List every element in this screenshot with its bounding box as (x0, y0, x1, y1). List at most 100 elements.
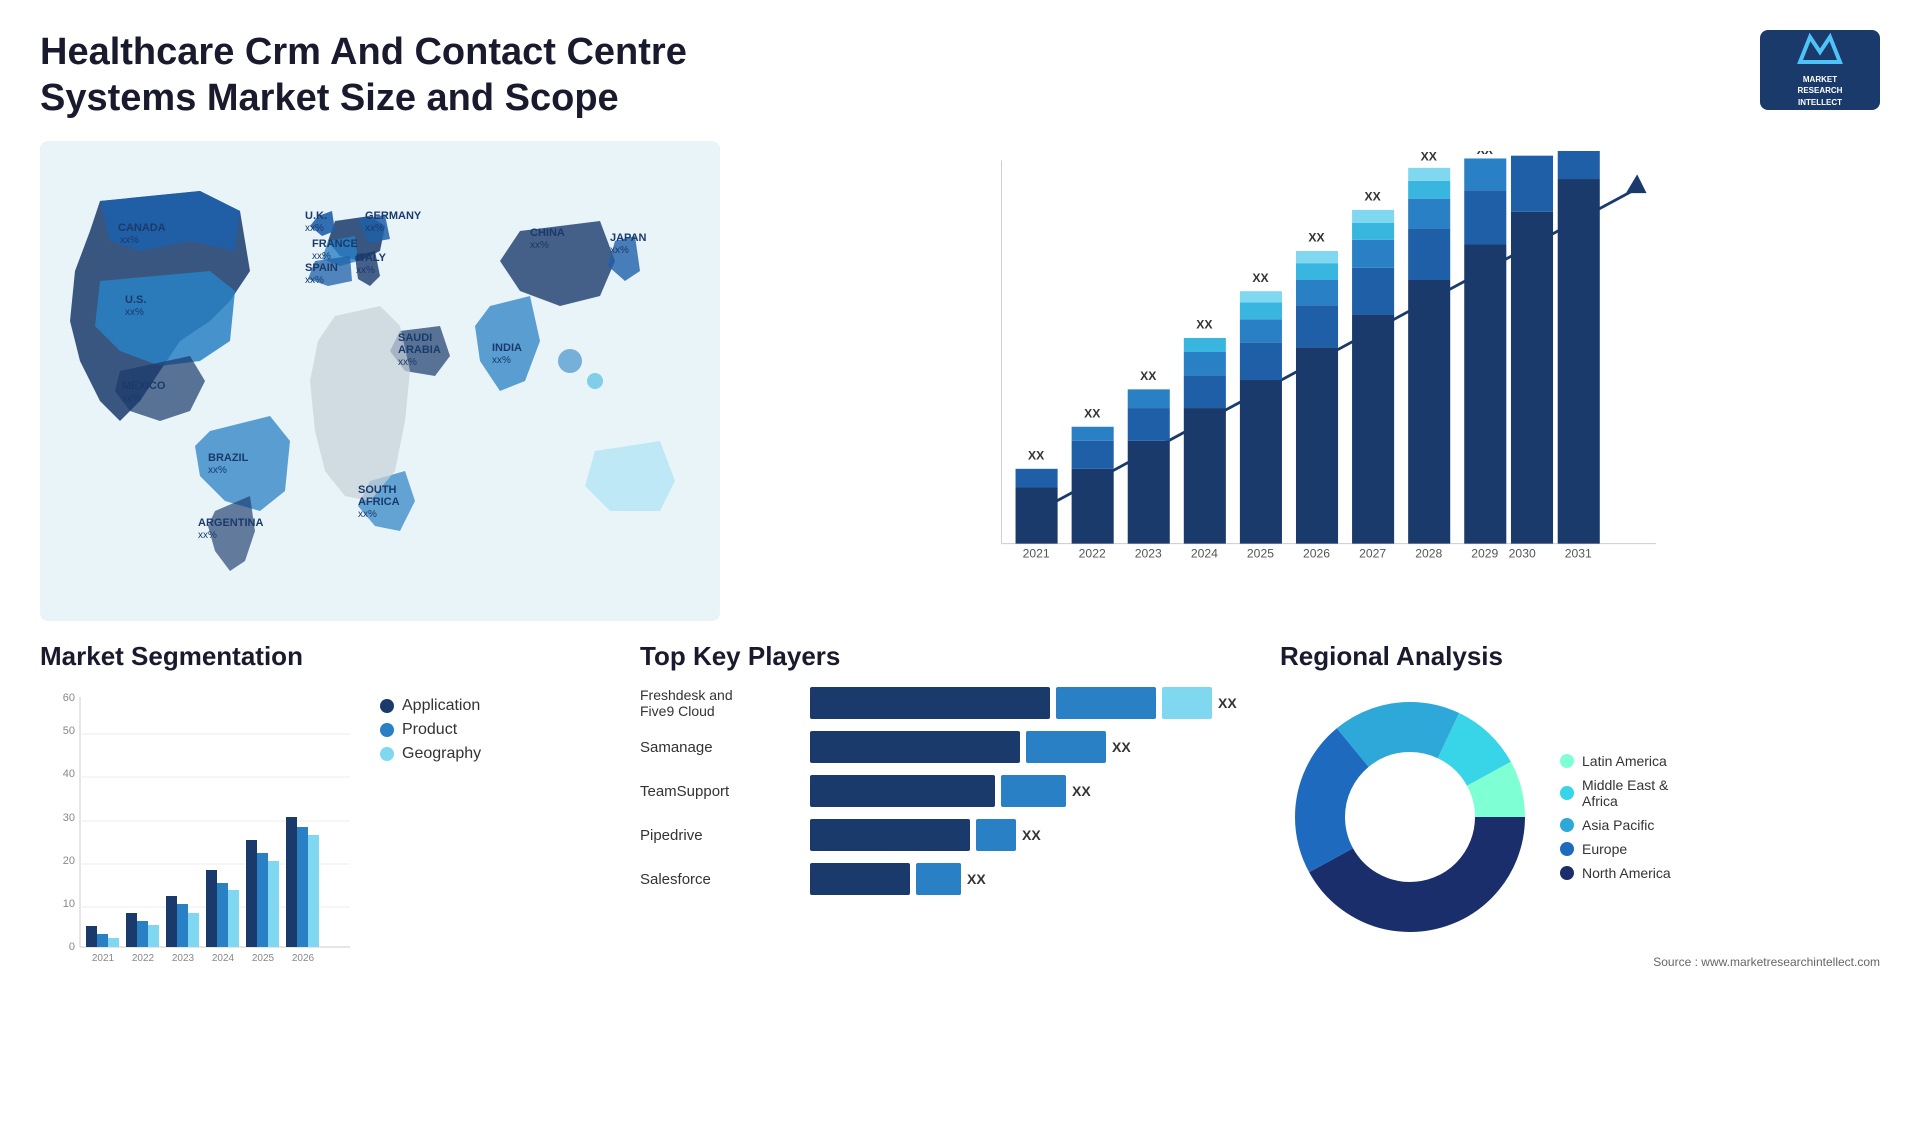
player-bar-dark (810, 687, 1050, 719)
player-bar-wrap: XX (810, 687, 1260, 719)
key-players-title: Top Key Players (640, 641, 1260, 672)
svg-text:2031: 2031 (1565, 547, 1592, 561)
player-row: Salesforce XX (640, 863, 1260, 895)
svg-text:FRANCE: FRANCE (312, 238, 358, 250)
svg-text:XX: XX (1084, 407, 1100, 421)
svg-text:2023: 2023 (1135, 547, 1162, 561)
player-name: Samanage (640, 739, 800, 756)
svg-text:XX: XX (1477, 151, 1493, 157)
player-row: TeamSupport XX (640, 775, 1260, 807)
svg-text:BRAZIL: BRAZIL (208, 452, 249, 464)
svg-text:0: 0 (69, 941, 75, 953)
segmentation-content: 0 10 20 30 40 50 60 (40, 687, 620, 987)
logo-letter (1795, 32, 1845, 74)
svg-text:xx%: xx% (120, 235, 139, 246)
player-bar-dark (810, 775, 995, 807)
asia-pacific-label: Asia Pacific (1582, 817, 1654, 833)
legend-asia-pacific: Asia Pacific (1560, 817, 1671, 833)
svg-text:2024: 2024 (212, 953, 235, 964)
key-players-container: Top Key Players Freshdesk andFive9 Cloud… (640, 641, 1260, 1121)
player-row: Samanage XX (640, 731, 1260, 763)
player-name: Salesforce (640, 871, 800, 888)
player-row: Pipedrive XX (640, 819, 1260, 851)
geography-dot (380, 747, 394, 761)
svg-text:U.S.: U.S. (125, 294, 146, 306)
svg-text:50: 50 (63, 725, 75, 737)
legend-geography: Geography (380, 745, 481, 763)
product-label: Product (402, 721, 457, 739)
player-bar-dark (810, 731, 1020, 763)
application-label: Application (402, 697, 480, 715)
application-dot (380, 699, 394, 713)
legend-north-america: North America (1560, 865, 1671, 881)
svg-text:XX: XX (1421, 151, 1437, 163)
players-table: Freshdesk andFive9 Cloud XX Samanage XX (640, 687, 1260, 895)
bar-chart-container: 2021 XX 2022 XX 2023 XX 2024 (740, 141, 1880, 621)
mea-label: Middle East &Africa (1582, 777, 1668, 809)
svg-text:JAPAN: JAPAN (610, 232, 647, 244)
player-row: Freshdesk andFive9 Cloud XX (640, 687, 1260, 719)
svg-text:xx%: xx% (312, 251, 331, 262)
svg-text:ARABIA: ARABIA (398, 344, 441, 356)
donut-area: Latin America Middle East &Africa Asia P… (1280, 687, 1880, 947)
main-container: Healthcare Crm And Contact Centre System… (0, 0, 1920, 1146)
regional-container: Regional Analysis (1280, 641, 1880, 1121)
svg-text:30: 30 (63, 812, 75, 824)
legend-mea: Middle East &Africa (1560, 777, 1671, 809)
svg-text:xx%: xx% (610, 245, 629, 256)
svg-text:XX: XX (1252, 271, 1268, 285)
europe-dot (1560, 842, 1574, 856)
svg-text:2028: 2028 (1415, 547, 1442, 561)
player-bar-wrap: XX (810, 731, 1260, 763)
latin-america-label: Latin America (1582, 753, 1667, 769)
player-bar-wrap: XX (810, 819, 1260, 851)
svg-text:SAUDI: SAUDI (398, 332, 432, 344)
svg-text:2023: 2023 (172, 953, 195, 964)
svg-text:CHINA: CHINA (530, 227, 565, 239)
svg-text:CANADA: CANADA (118, 222, 166, 234)
donut-svg-wrap (1280, 687, 1540, 947)
mea-dot (1560, 786, 1574, 800)
svg-text:2030: 2030 (1509, 547, 1536, 561)
header: Healthcare Crm And Contact Centre System… (40, 30, 1880, 121)
svg-text:2026: 2026 (1303, 547, 1330, 561)
bottom-section: Market Segmentation 0 10 20 30 40 50 60 (40, 641, 1880, 1121)
svg-text:2026: 2026 (292, 953, 315, 964)
world-map-svg: CANADA xx% U.S. xx% MEXICO xx% BRAZIL xx… (40, 141, 720, 621)
svg-text:60: 60 (63, 692, 75, 704)
svg-text:xx%: xx% (122, 393, 141, 404)
seg-chart-svg: 0 10 20 30 40 50 60 (40, 687, 360, 987)
map-container: CANADA xx% U.S. xx% MEXICO xx% BRAZIL xx… (40, 141, 720, 621)
legend-application: Application (380, 697, 481, 715)
player-name: TeamSupport (640, 783, 800, 800)
legend-europe: Europe (1560, 841, 1671, 857)
player-bar-dark (810, 863, 910, 895)
europe-label: Europe (1582, 841, 1627, 857)
svg-text:U.K.: U.K. (305, 210, 327, 222)
svg-text:xx%: xx% (492, 355, 511, 366)
svg-text:2021: 2021 (92, 953, 115, 964)
svg-text:2025: 2025 (252, 953, 275, 964)
svg-text:MEXICO: MEXICO (122, 380, 166, 392)
page-title: Healthcare Crm And Contact Centre System… (40, 30, 840, 121)
latin-america-dot (1560, 754, 1574, 768)
svg-text:xx%: xx% (198, 530, 217, 541)
product-dot (380, 723, 394, 737)
svg-text:SPAIN: SPAIN (305, 262, 338, 274)
svg-text:xx%: xx% (398, 357, 417, 368)
player-bar-wrap: XX (810, 775, 1260, 807)
svg-text:XX: XX (1140, 369, 1156, 383)
source-text: Source : www.marketresearchintellect.com (1280, 955, 1880, 969)
player-value: XX (1022, 827, 1041, 843)
svg-text:2024: 2024 (1191, 547, 1218, 561)
player-value: XX (967, 871, 986, 887)
svg-text:2025: 2025 (1247, 547, 1274, 561)
svg-text:xx%: xx% (358, 509, 377, 520)
svg-text:xx%: xx% (356, 265, 375, 276)
svg-text:2027: 2027 (1359, 547, 1386, 561)
geography-label: Geography (402, 745, 481, 763)
player-bar-mid (1026, 731, 1106, 763)
svg-text:2029: 2029 (1471, 547, 1498, 561)
svg-text:SOUTH: SOUTH (358, 484, 397, 496)
player-bar-mid (976, 819, 1016, 851)
